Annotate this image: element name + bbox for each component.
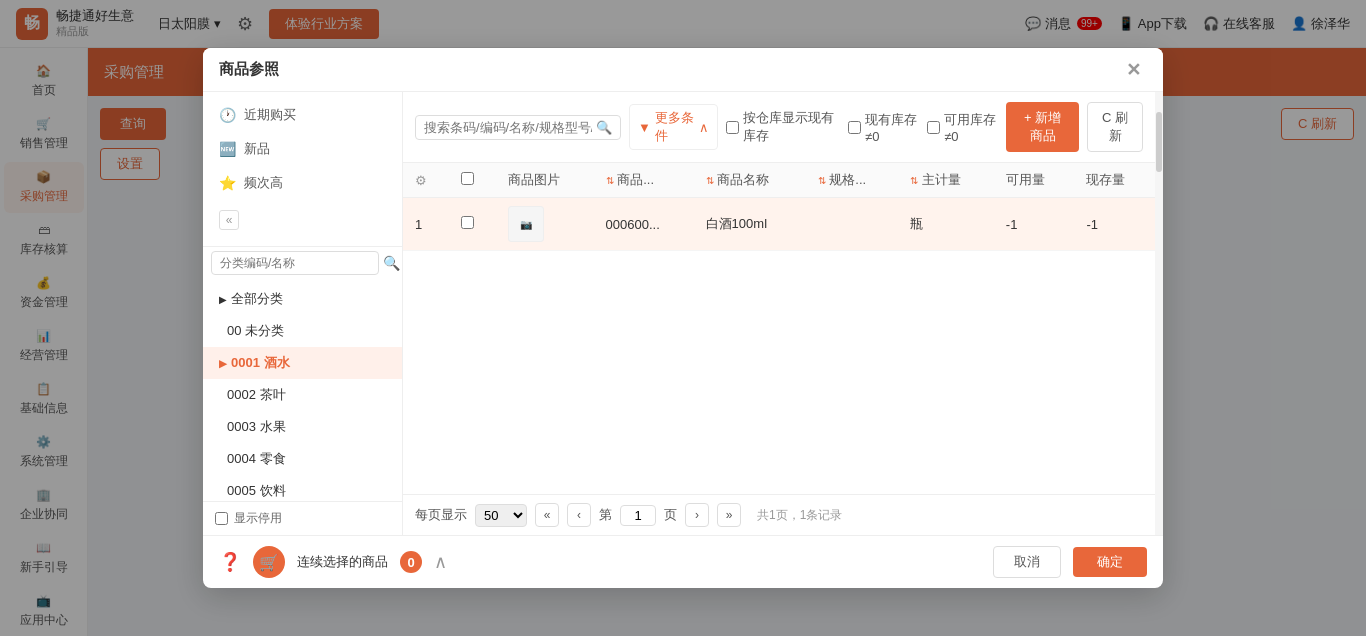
cat-item-fruit[interactable]: 0003 水果 bbox=[203, 411, 402, 443]
modal-header: 商品参照 ✕ bbox=[203, 48, 1163, 92]
filter-btn[interactable]: ▼ 更多条件 ∧ bbox=[629, 104, 718, 150]
sort-icon-code: ⇅ bbox=[606, 175, 614, 186]
refresh-btn[interactable]: C 刷新 bbox=[1087, 102, 1143, 152]
modal-body: 🕐 近期购买 🆕 新品 ⭐ 频次高 « 🔍 bbox=[203, 92, 1163, 535]
col-checkbox bbox=[449, 163, 496, 198]
cat-arrow-liquor: ▶ bbox=[219, 358, 227, 369]
product-image: 📷 bbox=[508, 206, 544, 242]
col-stock: 现存量 bbox=[1074, 163, 1155, 198]
show-disabled-label[interactable]: 显示停用 bbox=[234, 510, 282, 527]
warehouse-checkbox-label[interactable]: 按仓库显示现有库存 bbox=[726, 109, 840, 145]
page-input[interactable] bbox=[620, 505, 656, 526]
category-list: ▶ 全部分类 00 未分类 ▶ 0001 酒水 0002 茶叶 0003 水果 bbox=[203, 279, 402, 501]
col-img: 商品图片 bbox=[496, 163, 593, 198]
page-suffix: 页 bbox=[664, 506, 677, 524]
row-img: 📷 bbox=[496, 198, 593, 251]
category-search-area: 🔍 bbox=[203, 247, 402, 279]
star-icon: ⭐ bbox=[219, 175, 236, 191]
table-row[interactable]: 1 📷 000600... 白酒100ml bbox=[403, 198, 1155, 251]
next-page-btn[interactable]: › bbox=[685, 503, 709, 527]
cat-item-tea[interactable]: 0002 茶叶 bbox=[203, 379, 402, 411]
cat-item-all[interactable]: ▶ 全部分类 bbox=[203, 283, 402, 315]
stock-ne0-label[interactable]: 现有库存≠0 bbox=[848, 111, 919, 144]
modal-close-btn[interactable]: ✕ bbox=[1119, 56, 1147, 84]
last-page-btn[interactable]: » bbox=[717, 503, 741, 527]
select-all-checkbox[interactable] bbox=[461, 172, 474, 185]
left-quick-tabs: 🕐 近期购买 🆕 新品 ⭐ 频次高 « bbox=[203, 92, 402, 247]
col-unit[interactable]: ⇅ 主计量 bbox=[898, 163, 993, 198]
product-search-input[interactable] bbox=[424, 120, 592, 135]
modal-scrollbar-thumb bbox=[1156, 112, 1162, 172]
new-icon: 🆕 bbox=[219, 141, 236, 157]
search-input-wrap: 🔍 bbox=[415, 115, 621, 140]
collapse-left-btn[interactable]: « bbox=[219, 210, 239, 230]
row-code: 000600... bbox=[594, 198, 694, 251]
tab-frequent[interactable]: ⭐ 频次高 bbox=[211, 168, 394, 198]
show-disabled-checkbox[interactable] bbox=[215, 512, 228, 525]
category-search-input[interactable] bbox=[211, 251, 379, 275]
add-product-btn[interactable]: + 新增商品 bbox=[1006, 102, 1079, 152]
cancel-btn[interactable]: 取消 bbox=[993, 546, 1061, 578]
help-icon[interactable]: ❓ bbox=[219, 551, 241, 573]
confirm-btn[interactable]: 确定 bbox=[1073, 547, 1147, 577]
prev-page-btn[interactable]: ‹ bbox=[567, 503, 591, 527]
row-spec bbox=[806, 198, 899, 251]
per-page-select[interactable]: 50 20 100 bbox=[475, 504, 527, 527]
search-icon[interactable]: 🔍 bbox=[596, 120, 612, 135]
cat-item-beverage[interactable]: 0005 饮料 bbox=[203, 475, 402, 501]
stock-ne0-checkbox[interactable] bbox=[848, 121, 861, 134]
row-unit: 瓶 bbox=[898, 198, 993, 251]
cat-item-unclassified[interactable]: 00 未分类 bbox=[203, 315, 402, 347]
cat-item-snack[interactable]: 0004 零食 bbox=[203, 443, 402, 475]
col-spec[interactable]: ⇅ 规格... bbox=[806, 163, 899, 198]
first-page-btn[interactable]: « bbox=[535, 503, 559, 527]
cat-item-liquor[interactable]: ▶ 0001 酒水 bbox=[203, 347, 402, 379]
row-select-checkbox[interactable] bbox=[461, 216, 474, 229]
recent-icon: 🕐 bbox=[219, 107, 236, 123]
row-name: 白酒100ml bbox=[694, 198, 806, 251]
modal-left-panel: 🕐 近期购买 🆕 新品 ⭐ 频次高 « 🔍 bbox=[203, 92, 403, 535]
modal-title: 商品参照 bbox=[219, 60, 279, 79]
modal-scrollbar bbox=[1155, 92, 1163, 535]
chevron-up-icon: ∧ bbox=[699, 120, 709, 135]
continuous-select-label: 连续选择的商品 bbox=[297, 553, 388, 571]
tab-recent[interactable]: 🕐 近期购买 bbox=[211, 100, 394, 130]
tab-new[interactable]: 🆕 新品 bbox=[211, 134, 394, 164]
sort-icon-name: ⇅ bbox=[706, 175, 714, 186]
table-wrap: ⚙ 商品图片 ⇅ 商品... bbox=[403, 163, 1155, 494]
category-search-icon[interactable]: 🔍 bbox=[383, 255, 400, 271]
product-table: ⚙ 商品图片 ⇅ 商品... bbox=[403, 163, 1155, 251]
col-gear[interactable]: ⚙ bbox=[403, 163, 449, 198]
col-name[interactable]: ⇅ 商品名称 bbox=[694, 163, 806, 198]
row-checkbox[interactable] bbox=[449, 198, 496, 251]
col-code[interactable]: ⇅ 商品... bbox=[594, 163, 694, 198]
col-available: 可用量 bbox=[994, 163, 1075, 198]
show-disabled-area: 显示停用 bbox=[203, 501, 402, 535]
modal-footer: ❓ 🛒 连续选择的商品 0 ∧ 取消 确定 bbox=[203, 535, 1163, 588]
row-stock: -1 bbox=[1074, 198, 1155, 251]
sort-icon-unit: ⇅ bbox=[910, 175, 918, 186]
collapse-icon[interactable]: ∧ bbox=[434, 551, 447, 573]
sort-icon-spec: ⇅ bbox=[818, 175, 826, 186]
cart-btn[interactable]: 🛒 bbox=[253, 546, 285, 578]
cart-count-badge: 0 bbox=[400, 551, 422, 573]
modal-overlay: 商品参照 ✕ 🕐 近期购买 🆕 新品 ⭐ 频次高 bbox=[0, 0, 1366, 636]
row-available: -1 bbox=[994, 198, 1075, 251]
modal-search-bar: 🔍 ▼ 更多条件 ∧ 按仓库显示现有库存 现有库存≠0 bbox=[403, 92, 1155, 163]
row-num: 1 bbox=[403, 198, 449, 251]
pagination: 每页显示 50 20 100 « ‹ 第 页 › » 共1页，1条记录 bbox=[403, 494, 1155, 535]
filter-icon: ▼ bbox=[638, 120, 651, 135]
total-info: 共1页，1条记录 bbox=[757, 507, 842, 524]
per-page-label: 每页显示 bbox=[415, 506, 467, 524]
modal-right-panel: 🔍 ▼ 更多条件 ∧ 按仓库显示现有库存 现有库存≠0 bbox=[403, 92, 1155, 535]
usable-ne0-label[interactable]: 可用库存≠0 bbox=[927, 111, 998, 144]
warehouse-checkbox[interactable] bbox=[726, 121, 739, 134]
page-label: 第 bbox=[599, 506, 612, 524]
modal: 商品参照 ✕ 🕐 近期购买 🆕 新品 ⭐ 频次高 bbox=[203, 48, 1163, 588]
usable-ne0-checkbox[interactable] bbox=[927, 121, 940, 134]
search-bar-right: + 新增商品 C 刷新 bbox=[1006, 102, 1143, 152]
cat-arrow-all: ▶ bbox=[219, 294, 227, 305]
